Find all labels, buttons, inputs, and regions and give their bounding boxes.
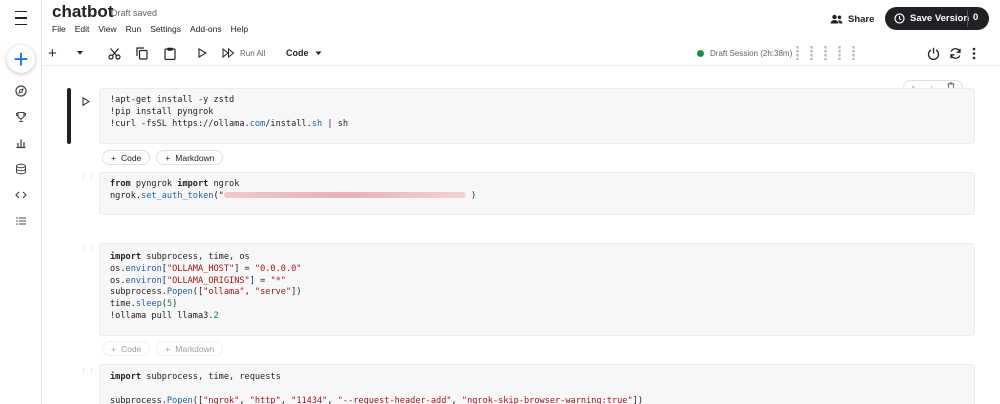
cell-2-source[interactable]: from pyngrok import ngrok ngrok.set_auth… (100, 173, 974, 209)
list-icon[interactable] (0, 209, 42, 233)
save-version-divider (967, 10, 968, 27)
save-version-count: 0 (973, 12, 979, 23)
code-cell-2[interactable]: from pyngrok import ngrok ngrok.set_auth… (99, 172, 975, 215)
chevron-down-icon[interactable] (76, 44, 84, 62)
drag-handle-icon[interactable]: ⋮⋮ (80, 368, 95, 378)
menu-edit[interactable]: Edit (75, 24, 90, 34)
share-label: Share (848, 13, 875, 25)
session-status[interactable]: Draft Session (2h:38m) (697, 44, 792, 62)
run-cell-button[interactable] (82, 93, 90, 111)
bar-chart-icon[interactable] (0, 131, 42, 155)
add-icon: + (7, 45, 35, 73)
session-status-label: Draft Session (2h:38m) (710, 48, 793, 58)
add-cell-row: + Code + Markdown (102, 341, 224, 356)
add-code-cell-button[interactable]: + Code (102, 341, 151, 356)
save-version-button[interactable]: Save Version 0 (885, 7, 989, 30)
cell-4-source[interactable]: import subprocess, time, requests subpro… (100, 365, 974, 404)
active-cell-indicator (67, 88, 71, 144)
redacted-token (223, 192, 466, 199)
menu-settings[interactable]: Settings (150, 24, 181, 34)
resource-meters (796, 44, 855, 62)
menu-help[interactable]: Help (231, 24, 248, 34)
chevron-down-icon (315, 51, 321, 55)
menu-icon[interactable] (0, 6, 42, 30)
code-icon[interactable] (0, 183, 42, 207)
run-all-label: Run All (240, 48, 266, 58)
compass-icon[interactable] (0, 79, 42, 103)
session-dot (697, 49, 704, 57)
cell-type-select[interactable]: Code (286, 44, 322, 62)
menu-addons[interactable]: Add-ons (190, 24, 222, 34)
menu-run[interactable]: Run (126, 24, 142, 34)
paste-icon[interactable] (164, 44, 176, 62)
add-markdown-cell-button[interactable]: + Markdown (156, 150, 224, 165)
cell-type-value: Code (286, 48, 309, 58)
run-all-button[interactable]: Run All (222, 44, 265, 62)
code-cell-4[interactable]: import subprocess, time, requests subpro… (99, 364, 975, 404)
play-icon[interactable] (198, 44, 207, 62)
scissors-icon[interactable] (108, 44, 121, 62)
notebook-toolbar: + Run All Code Draft Session (2h:38m) (42, 40, 1000, 66)
drag-handle-icon[interactable]: ⋮⋮ (80, 245, 95, 255)
history-icon (894, 13, 905, 24)
refresh-icon[interactable] (949, 44, 962, 62)
copy-icon[interactable] (136, 44, 148, 62)
menu-bar: File Edit View Run Settings Add-ons Help (52, 24, 257, 34)
menu-file[interactable]: File (52, 24, 66, 34)
add-code-cell-button[interactable]: + Code (102, 150, 151, 165)
cell-3-source[interactable]: import subprocess, time, os os.environ["… (100, 244, 974, 329)
cell-1-source[interactable]: !apt-get install -y zstd !pip install py… (100, 89, 974, 136)
trophy-icon[interactable] (0, 105, 42, 129)
drag-handle-icon[interactable]: ⋮⋮ (80, 174, 95, 184)
add-markdown-cell-button[interactable]: + Markdown (156, 341, 224, 356)
add-cell-icon[interactable]: + (48, 44, 57, 62)
draft-status: Draft saved (111, 8, 158, 18)
code-cell-1[interactable]: !apt-get install -y zstd !pip install py… (99, 88, 975, 144)
left-rail: + (0, 0, 42, 404)
play-icon (82, 96, 90, 107)
share-button[interactable]: Share (830, 11, 874, 27)
power-icon[interactable] (927, 44, 940, 62)
add-cell-row: + Code + Markdown (102, 150, 224, 165)
notebook-title[interactable]: chatbot (52, 2, 113, 22)
more-vert-icon[interactable] (972, 44, 976, 62)
database-icon[interactable] (0, 157, 42, 181)
save-version-label: Save Version (910, 13, 970, 24)
create-button[interactable]: + (0, 44, 42, 74)
code-cell-3[interactable]: import subprocess, time, os os.environ["… (99, 243, 975, 336)
menu-view[interactable]: View (98, 24, 116, 34)
fast-forward-icon (222, 48, 235, 58)
person-add-icon (830, 14, 843, 24)
